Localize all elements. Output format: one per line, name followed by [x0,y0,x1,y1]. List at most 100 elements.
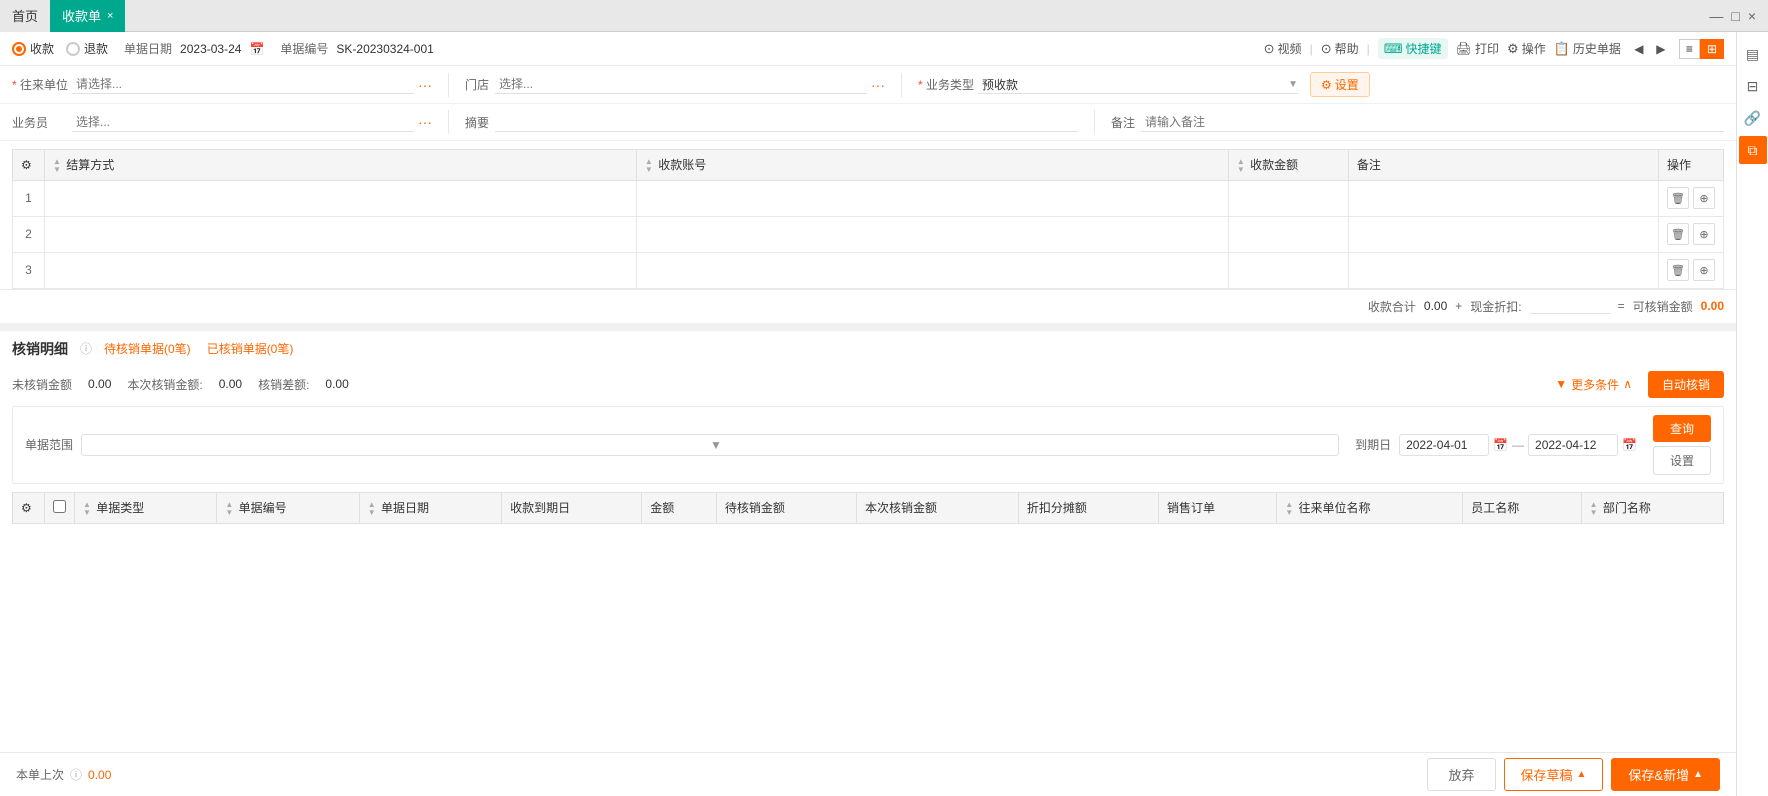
delete-row-3-icon[interactable]: 🗑 [1667,259,1689,281]
copy-row-1-icon[interactable]: ⊕ [1693,187,1715,209]
row-actions-2: 🗑 ⊕ [1667,223,1715,245]
shortcut-btn[interactable]: ⌨ 快捷键 [1378,38,1448,59]
tab-receipt[interactable]: 收款单 × [50,0,125,32]
operation-btn[interactable]: ⚙ 操作 [1507,40,1546,57]
biz-type-input[interactable] [978,75,1288,93]
col-doc-type: ▲▼ 单据类型 [75,492,217,523]
remarks-input[interactable] [1141,113,1724,132]
verify-header: 核销明细 ⓘ 待核销单据(0笔) 已核销单据(0笔) [12,339,1724,359]
biz-type-select[interactable]: ▼ [978,75,1298,94]
store-more-icon[interactable]: ··· [871,77,885,93]
filter-setting-button[interactable]: 设置 [1653,446,1711,475]
filter-icon: ▼ [1555,377,1567,391]
col-checkbox[interactable] [45,492,75,523]
summary-input[interactable] [495,113,1078,132]
sidebar-table-icon[interactable]: ▤ [1739,40,1767,68]
tab-home[interactable]: 首页 [0,0,50,32]
cell-account-2[interactable] [636,216,1228,252]
sidebar-link-icon[interactable]: 🔗 [1739,104,1767,132]
range-select[interactable]: ▼ [81,434,1339,456]
counterpart-more-icon[interactable]: ··· [418,77,432,93]
row-actions-1: 🗑 ⊕ [1667,187,1715,209]
col-gear-2[interactable]: ⚙ [13,492,45,523]
maximize-icon[interactable]: □ [1731,8,1739,24]
verify-info-icon[interactable]: ⓘ [80,340,92,357]
delete-row-1-icon[interactable]: 🗑 [1667,187,1689,209]
help-icon: ⊙ [1321,41,1332,57]
copy-row-3-icon[interactable]: ⊕ [1693,259,1715,281]
calendar-icon[interactable]: 📅 [249,42,264,56]
save-draft-arrow-icon: ▲ [1577,769,1587,780]
col-gear[interactable]: ⚙ [13,150,45,181]
cell-remarks-2[interactable] [1348,216,1658,252]
sidebar-expand-icon[interactable]: ⧉ [1739,136,1767,164]
nav-next-btn[interactable]: ▶ [1651,39,1671,59]
doc-number-field: 单据编号 SK-20230324-001 [280,40,433,57]
save-new-button[interactable]: 保存&新增 ▲ [1611,758,1720,791]
col-due-date: 收款到期日 [502,492,642,523]
cell-amount-3[interactable] [1228,252,1348,288]
radio-receipt[interactable]: 收款 [12,40,54,57]
cash-discount-input[interactable] [1530,299,1610,314]
receipt-type-radio: 收款 退款 [12,40,108,57]
cell-remarks-3[interactable] [1348,252,1658,288]
row-num-1: 1 [13,180,45,216]
due-date-to-input[interactable] [1528,434,1618,456]
cell-settlement-1[interactable] [45,180,637,216]
due-date-from-input[interactable] [1399,434,1489,456]
copy-row-2-icon[interactable]: ⊕ [1693,223,1715,245]
minimize-icon[interactable]: — [1709,8,1723,24]
biz-type-arrow-icon[interactable]: ▼ [1288,79,1298,90]
cell-account-3[interactable] [636,252,1228,288]
video-btn[interactable]: ⊙ 视频 [1264,40,1302,57]
chevron-up-icon: ∧ [1623,377,1632,391]
counterpart-input[interactable] [72,75,414,94]
query-button[interactable]: 查询 [1653,415,1711,442]
auto-verify-button[interactable]: 自动核销 [1648,371,1724,398]
bottom-info-icon[interactable]: ⓘ [70,766,82,783]
remarks-field: 备注 [1111,113,1724,132]
pending-tab[interactable]: 待核销单据(0笔) [104,340,191,357]
keyboard-icon: ⌨ [1384,41,1403,57]
range-field: 单据范围 ▼ [25,434,1339,456]
sidebar-list-icon[interactable]: ⊟ [1739,72,1767,100]
settings-button[interactable]: ⚙ 设置 [1310,72,1370,97]
help-btn[interactable]: ⊙ 帮助 [1321,40,1359,57]
verify-section: 核销明细 ⓘ 待核销单据(0笔) 已核销单据(0笔) 未核销金额 0.00 本次… [0,323,1736,582]
staff-more-icon[interactable]: ··· [418,114,432,130]
select-all-checkbox[interactable] [53,500,66,513]
cell-settlement-3[interactable] [45,252,637,288]
col-doc-number: ▲▼ 单据编号 [217,492,359,523]
history-btn[interactable]: 📋 历史单据 [1554,40,1621,57]
radio-refund[interactable]: 退款 [66,40,108,57]
save-draft-button[interactable]: 保存草稿 ▲ [1504,758,1604,791]
form-row-2: 业务员 ··· 摘要 备注 [0,104,1736,141]
staff-field: 业务员 ··· [12,113,432,132]
verify-tabs: 待核销单据(0笔) 已核销单据(0笔) [104,340,293,357]
more-conditions-btn[interactable]: ▼ 更多条件 ∧ [1555,376,1632,393]
cell-amount-2[interactable] [1228,216,1348,252]
tab-close-icon[interactable]: × [107,10,113,22]
cell-account-1[interactable] [636,180,1228,216]
table-row: 3 🗑 ⊕ [13,252,1724,288]
nav-prev-btn[interactable]: ◀ [1629,39,1649,59]
cell-amount-1[interactable] [1228,180,1348,216]
calendar-to-icon[interactable]: 📅 [1622,438,1637,452]
delete-row-2-icon[interactable]: 🗑 [1667,223,1689,245]
counterpart-field: 往来单位 ··· [12,75,432,94]
close-icon[interactable]: × [1748,8,1756,24]
view-form-btn[interactable]: ⊞ [1700,39,1724,59]
abandon-button[interactable]: 放弃 [1427,758,1495,791]
view-list-btn[interactable]: ≡ [1679,39,1700,59]
calendar-from-icon[interactable]: 📅 [1493,438,1508,452]
col-dept-name: ▲▼ 部门名称 [1581,492,1723,523]
staff-input[interactable] [72,113,414,132]
col-amount: 金额 [642,492,717,523]
gear-icon: ⚙ [1321,78,1332,92]
store-input[interactable] [495,75,867,94]
done-tab[interactable]: 已核销单据(0笔) [207,340,294,357]
cell-settlement-2[interactable] [45,216,637,252]
print-btn[interactable]: 🖨 打印 [1456,40,1500,57]
cell-remarks-1[interactable] [1348,180,1658,216]
table-row: 2 🗑 ⊕ [13,216,1724,252]
